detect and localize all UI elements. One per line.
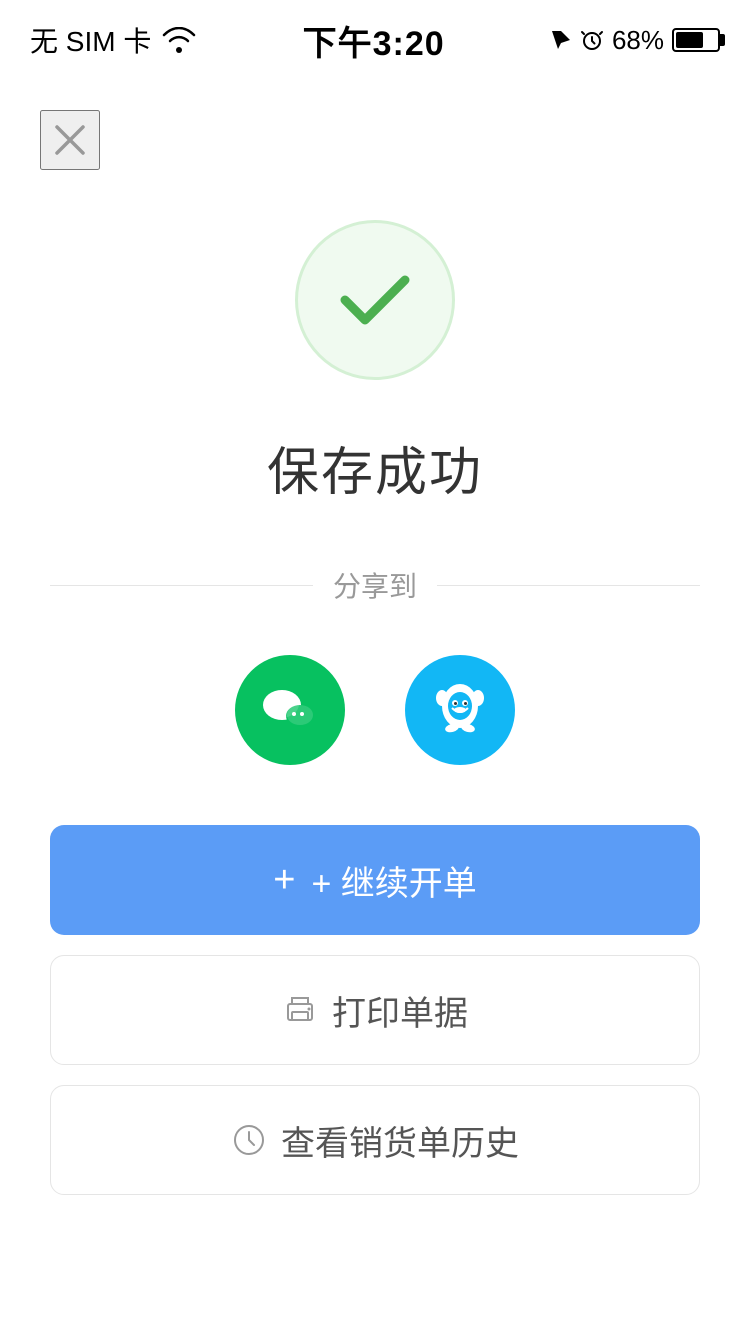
close-area	[0, 80, 750, 180]
print-button[interactable]: 打印单据	[50, 955, 700, 1065]
share-section: 分享到	[50, 565, 700, 765]
divider-right	[437, 585, 700, 586]
wifi-icon	[161, 27, 197, 53]
qq-share-button[interactable]	[405, 655, 515, 765]
status-right: 68%	[550, 25, 720, 56]
carrier-label: 无 SIM 卡	[30, 20, 151, 60]
continue-label: + 继续开单	[311, 856, 476, 905]
alarm-icon	[580, 28, 604, 52]
location-icon	[550, 29, 572, 51]
battery-percent: 68%	[612, 25, 664, 56]
status-left: 无 SIM 卡	[30, 20, 197, 60]
battery-icon	[672, 28, 720, 52]
print-label: 打印单据	[332, 986, 468, 1035]
close-icon	[51, 121, 89, 159]
share-divider: 分享到	[50, 565, 700, 605]
plus-icon: +	[273, 859, 295, 902]
print-icon	[282, 992, 318, 1028]
wechat-icon	[258, 683, 323, 738]
history-label: 查看销货单历史	[281, 1116, 519, 1165]
divider-left	[50, 585, 313, 586]
checkmark-icon	[330, 255, 420, 345]
status-time: 下午3:20	[303, 16, 445, 65]
share-icons	[50, 655, 700, 765]
history-button[interactable]: 查看销货单历史	[50, 1085, 700, 1195]
success-title: 保存成功	[267, 430, 483, 505]
history-icon	[231, 1122, 267, 1158]
main-content: 保存成功 分享到	[0, 180, 750, 1215]
success-circle	[295, 220, 455, 380]
continue-button[interactable]: + + 继续开单	[50, 825, 700, 935]
share-label: 分享到	[333, 565, 417, 605]
status-bar: 无 SIM 卡 下午3:20 68%	[0, 0, 750, 80]
action-buttons: + + 继续开单 打印单据 查看销货单历史	[50, 825, 700, 1215]
qq-icon	[428, 678, 493, 743]
close-button[interactable]	[40, 110, 100, 170]
wechat-share-button[interactable]	[235, 655, 345, 765]
